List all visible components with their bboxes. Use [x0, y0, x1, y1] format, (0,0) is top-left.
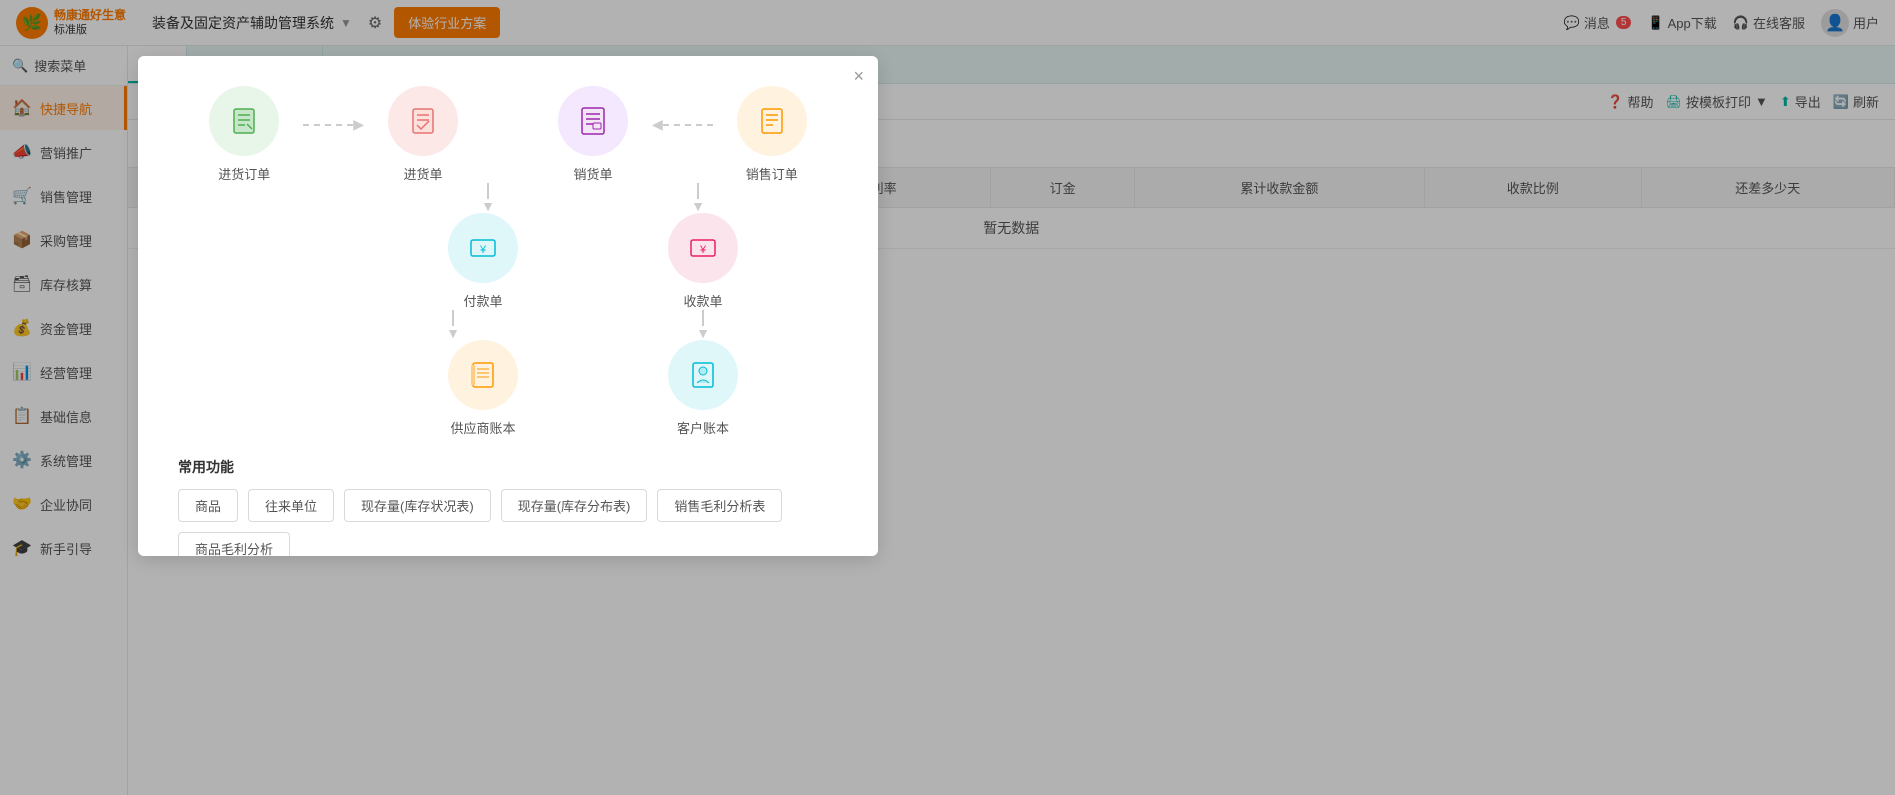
flow-node-purchase-bill: 进货单	[368, 86, 478, 183]
flow-node-sales-order: 销售订单	[717, 86, 827, 183]
sales-bill-label: 销货单	[573, 164, 612, 183]
btn-goods[interactable]: 商品	[178, 489, 238, 522]
flow-node-supplier-ledger: 供应商账本	[428, 340, 538, 437]
modal-overlay: × 进货订单	[0, 0, 1895, 795]
common-functions-title: 常用功能	[178, 457, 838, 477]
flow-node-payment-bill: ¥ 付款单	[428, 213, 538, 310]
customer-ledger-label: 客户账本	[677, 418, 729, 437]
common-functions: 常用功能 商品 往来单位 现存量(库存状况表) 现存量(库存分布表) 销售毛利分…	[178, 457, 838, 556]
purchase-bill-icon	[388, 86, 458, 156]
purchase-order-label: 进货订单	[218, 164, 270, 183]
supplier-ledger-icon	[448, 340, 518, 410]
btn-goods-profit-analysis[interactable]: 商品毛利分析	[178, 532, 290, 556]
btn-partners[interactable]: 往来单位	[248, 489, 334, 522]
cf-buttons-row1: 商品 往来单位 现存量(库存状况表) 现存量(库存分布表) 销售毛利分析表 商品…	[178, 489, 838, 556]
btn-stock-status[interactable]: 现存量(库存状况表)	[344, 489, 491, 522]
sales-order-label: 销售订单	[746, 164, 798, 183]
customer-ledger-icon	[668, 340, 738, 410]
flow-node-customer-ledger: 客户账本	[648, 340, 758, 437]
btn-sales-profit-analysis[interactable]: 销售毛利分析表	[657, 489, 782, 522]
purchase-order-icon	[209, 86, 279, 156]
flow-node-purchase-order: 进货订单	[189, 86, 299, 183]
supplier-ledger-label: 供应商账本	[450, 418, 515, 437]
purchase-bill-label: 进货单	[403, 164, 442, 183]
svg-text:¥: ¥	[699, 244, 707, 256]
flow-node-sales-bill: 销货单	[538, 86, 648, 183]
flow-modal: × 进货订单	[138, 56, 878, 556]
payment-bill-label: 付款单	[463, 291, 502, 310]
receipt-bill-icon: ¥	[668, 213, 738, 283]
sales-bill-icon	[558, 86, 628, 156]
payment-bill-icon: ¥	[448, 213, 518, 283]
flow-node-receipt-bill: ¥ 收款单	[648, 213, 758, 310]
modal-close-button[interactable]: ×	[853, 66, 864, 87]
sales-order-icon	[737, 86, 807, 156]
btn-stock-dist[interactable]: 现存量(库存分布表)	[501, 489, 648, 522]
receipt-bill-label: 收款单	[683, 291, 722, 310]
svg-text:¥: ¥	[479, 244, 487, 256]
